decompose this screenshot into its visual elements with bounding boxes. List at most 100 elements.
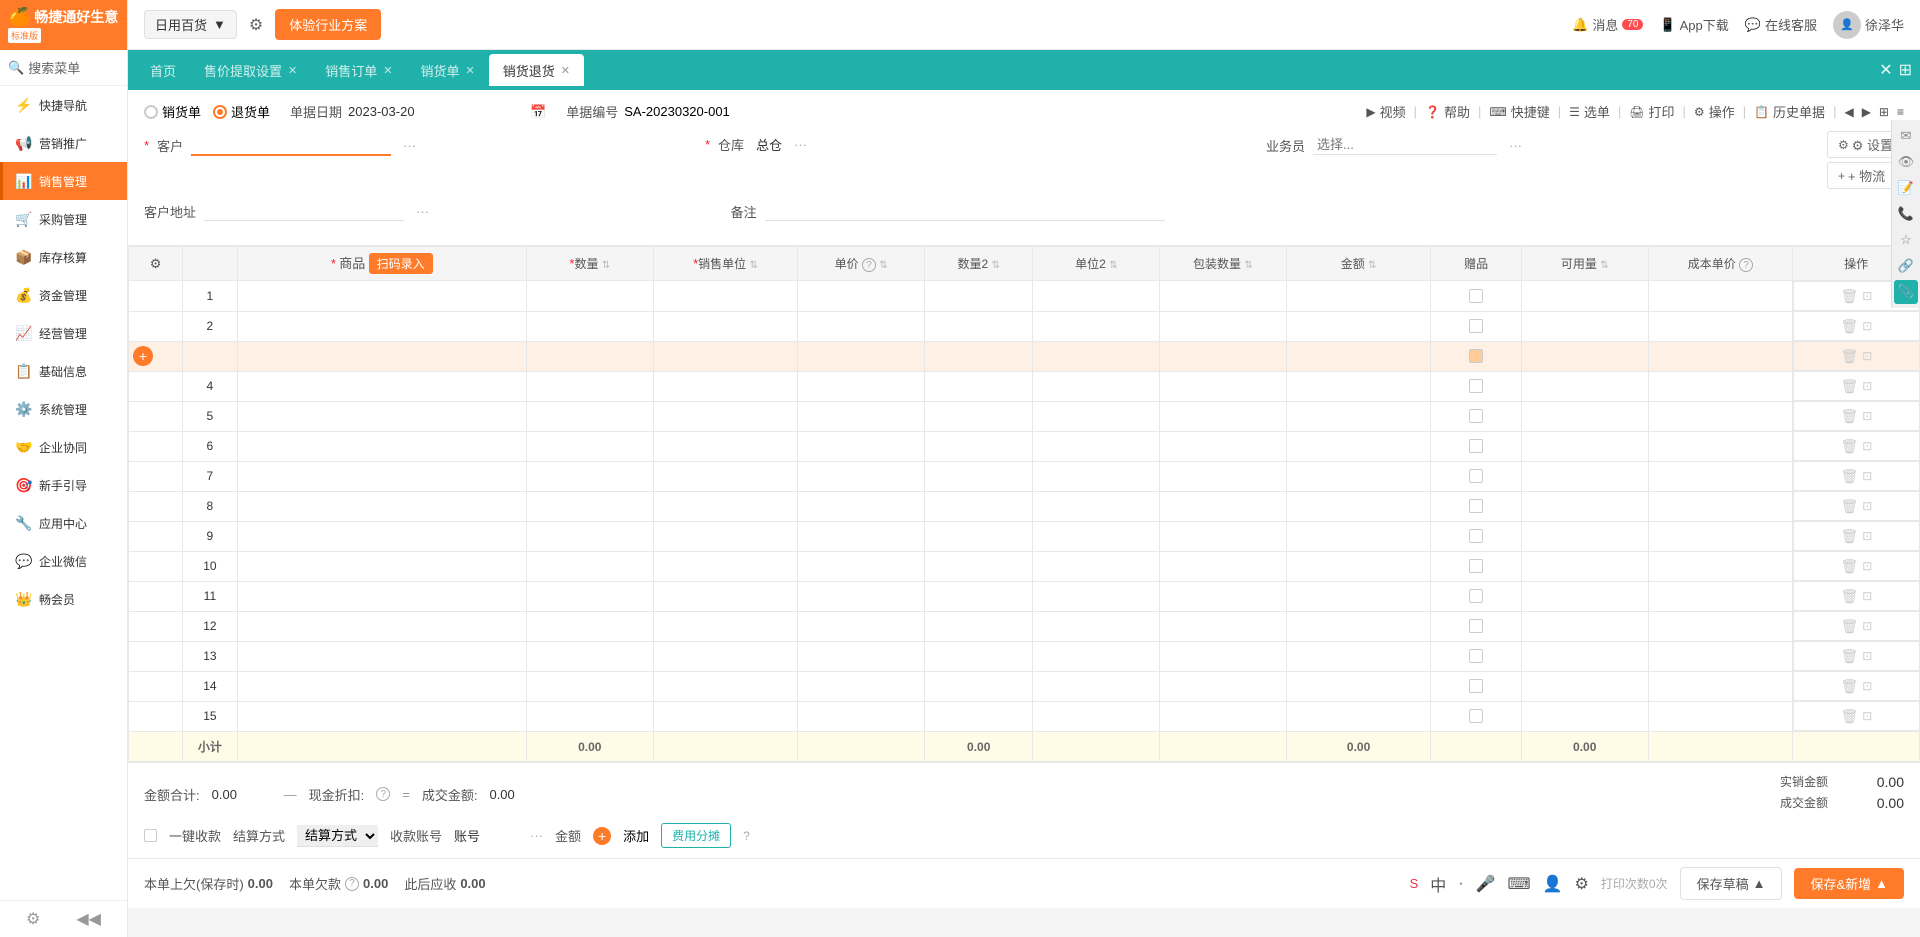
online-service-btn[interactable]: 💬 在线客服 (1745, 15, 1817, 34)
sidebar-item-wechat[interactable]: 💬 企业微信 (0, 542, 127, 580)
pkg-cell[interactable] (1160, 281, 1287, 312)
prev-doc-btn[interactable]: ◀ (1844, 105, 1853, 119)
discount-help-icon[interactable]: ? (376, 787, 390, 801)
gift-checkbox[interactable] (1469, 289, 1483, 303)
delete-row-btn[interactable]: 🗑 (1840, 348, 1858, 365)
ime-icon-person[interactable]: 👤 (1543, 874, 1563, 894)
qty2-cell[interactable] (924, 341, 1033, 371)
tab-price-setting-close[interactable]: ✕ (288, 64, 297, 77)
qty-cell[interactable] (526, 341, 653, 371)
price-cell[interactable] (798, 341, 925, 371)
pkg-cell[interactable] (1160, 311, 1287, 341)
settlement-select[interactable]: 结算方式 (297, 825, 378, 847)
unit-sort[interactable]: ⇅ (749, 260, 757, 271)
unit-cell[interactable] (653, 341, 798, 371)
tab-home[interactable]: 首页 (136, 54, 190, 86)
cost-help-icon[interactable]: ? (1739, 258, 1753, 272)
radio-return[interactable]: 退货单 (213, 102, 270, 121)
rt-link-btn[interactable]: 🔗 (1894, 254, 1918, 278)
save-draft-btn[interactable]: 保存草稿 ▲ (1680, 867, 1783, 900)
delete-row-btn[interactable]: 🗑 (1840, 558, 1858, 575)
sidebar-item-system[interactable]: ⚙️ 系统管理 (0, 390, 127, 428)
user-profile-btn[interactable]: 👤 徐泽华 (1833, 11, 1904, 39)
copy-row-btn[interactable]: ⊡ (1862, 559, 1872, 573)
radio-sales[interactable]: 销货单 (144, 102, 201, 121)
ime-icon-mic[interactable]: 🎤 (1476, 874, 1496, 894)
cost-cell[interactable] (1648, 281, 1793, 312)
gift-checkbox[interactable] (1469, 619, 1483, 633)
ime-icon-dot[interactable]: · (1458, 875, 1463, 893)
delete-row-btn[interactable]: 🗑 (1840, 708, 1858, 725)
delete-row-btn[interactable]: 🗑 (1840, 378, 1858, 395)
customer-dots[interactable]: ··· (403, 138, 416, 153)
customer-input[interactable] (191, 135, 391, 156)
price-cell[interactable] (798, 281, 925, 312)
delete-row-btn[interactable]: 🗑 (1840, 288, 1858, 305)
video-btn[interactable]: ▶ 视频 (1366, 102, 1405, 121)
gift-checkbox[interactable] (1469, 559, 1483, 573)
tab-sales-order[interactable]: 销售订单 ✕ (311, 54, 406, 86)
tab-sales-order-close[interactable]: ✕ (383, 64, 392, 77)
delete-row-btn[interactable]: 🗑 (1840, 678, 1858, 695)
gift-checkbox[interactable] (1469, 709, 1483, 723)
copy-row-btn[interactable]: ⊡ (1862, 319, 1872, 333)
tab-sales-ship[interactable]: 销货单 ✕ (406, 54, 488, 86)
qty-sort[interactable]: ⇅ (602, 260, 610, 271)
product-cell[interactable] (237, 281, 526, 312)
copy-row-btn[interactable]: ⊡ (1862, 349, 1872, 363)
add-row-btn[interactable]: + (133, 346, 153, 366)
avail-cell[interactable] (1521, 341, 1648, 371)
amount-sort[interactable]: ⇅ (1368, 260, 1376, 271)
delete-row-btn[interactable]: 🗑 (1840, 648, 1858, 665)
qty2-cell[interactable] (924, 311, 1033, 341)
sidebar-item-basic[interactable]: 📋 基础信息 (0, 352, 127, 390)
salesperson-input[interactable] (1313, 135, 1497, 155)
tab-layout-btn[interactable]: ⊞ (1899, 60, 1912, 80)
close-all-tabs-btn[interactable]: ✕ (1879, 60, 1892, 80)
ime-icon-settings[interactable]: ⚙ (1575, 874, 1589, 894)
rt-phone-btn[interactable]: 📞 (1894, 202, 1918, 226)
topbar-gear-btn[interactable]: ⚙ (249, 15, 263, 35)
qty-cell[interactable] (526, 281, 653, 312)
delete-row-btn[interactable]: 🗑 (1840, 588, 1858, 605)
copy-row-btn[interactable]: ⊡ (1862, 649, 1872, 663)
add-payment-btn[interactable]: + (593, 827, 611, 845)
tab-sales-return[interactable]: 销货退货 ✕ (489, 54, 584, 86)
delete-row-btn[interactable]: 🗑 (1840, 408, 1858, 425)
list-view-btn[interactable]: ≡ (1897, 105, 1904, 119)
salesperson-dots[interactable]: ··· (1509, 138, 1522, 153)
expense-split-btn[interactable]: 费用分摊 (661, 823, 731, 848)
select-doc-btn[interactable]: ☰ 选单 (1569, 102, 1610, 121)
amount-cell[interactable] (1286, 311, 1431, 341)
price-sort[interactable]: ⇅ (879, 260, 887, 271)
avail-cell[interactable] (1521, 311, 1648, 341)
save-new-btn[interactable]: 保存&新增 ▲ (1794, 868, 1904, 899)
gift-checkbox[interactable] (1469, 379, 1483, 393)
copy-row-btn[interactable]: ⊡ (1862, 709, 1872, 723)
print-btn[interactable]: 🖨 打印 (1629, 102, 1674, 121)
unit2-cell[interactable] (1033, 341, 1160, 371)
cost-cell[interactable] (1648, 311, 1793, 341)
gift-checkbox[interactable] (1469, 469, 1483, 483)
th-gear[interactable]: ⚙ (129, 247, 183, 281)
sidebar-item-purchase[interactable]: 🛒 采购管理 (0, 200, 127, 238)
rt-star-btn[interactable]: ☆ (1894, 228, 1918, 252)
gift-checkbox[interactable] (1469, 319, 1483, 333)
rt-active-btn[interactable]: 📎 (1894, 280, 1918, 304)
tab-price-setting[interactable]: 售价提取设置 ✕ (190, 54, 311, 86)
unit2-cell[interactable] (1033, 311, 1160, 341)
sidebar-settings-btn[interactable]: ⚙ (26, 909, 40, 929)
shortcut-keys-btn[interactable]: ⌨ 快捷键 (1489, 102, 1549, 121)
rt-note-btn[interactable]: 📝 (1894, 176, 1918, 200)
gift-checkbox[interactable] (1469, 349, 1483, 363)
price-help-icon[interactable]: ? (862, 258, 876, 272)
gift-checkbox[interactable] (1469, 679, 1483, 693)
copy-row-btn[interactable]: ⊡ (1862, 529, 1872, 543)
sidebar-item-inventory[interactable]: 📦 库存核算 (0, 238, 127, 276)
copy-row-btn[interactable]: ⊡ (1862, 679, 1872, 693)
gift-checkbox[interactable] (1469, 409, 1483, 423)
unit2-cell[interactable] (1033, 281, 1160, 312)
sidebar-item-finance[interactable]: 💰 资金管理 (0, 276, 127, 314)
sidebar-collapse-btn[interactable]: ◀◀ (76, 909, 101, 929)
sidebar-item-operation[interactable]: 📈 经营管理 (0, 314, 127, 352)
